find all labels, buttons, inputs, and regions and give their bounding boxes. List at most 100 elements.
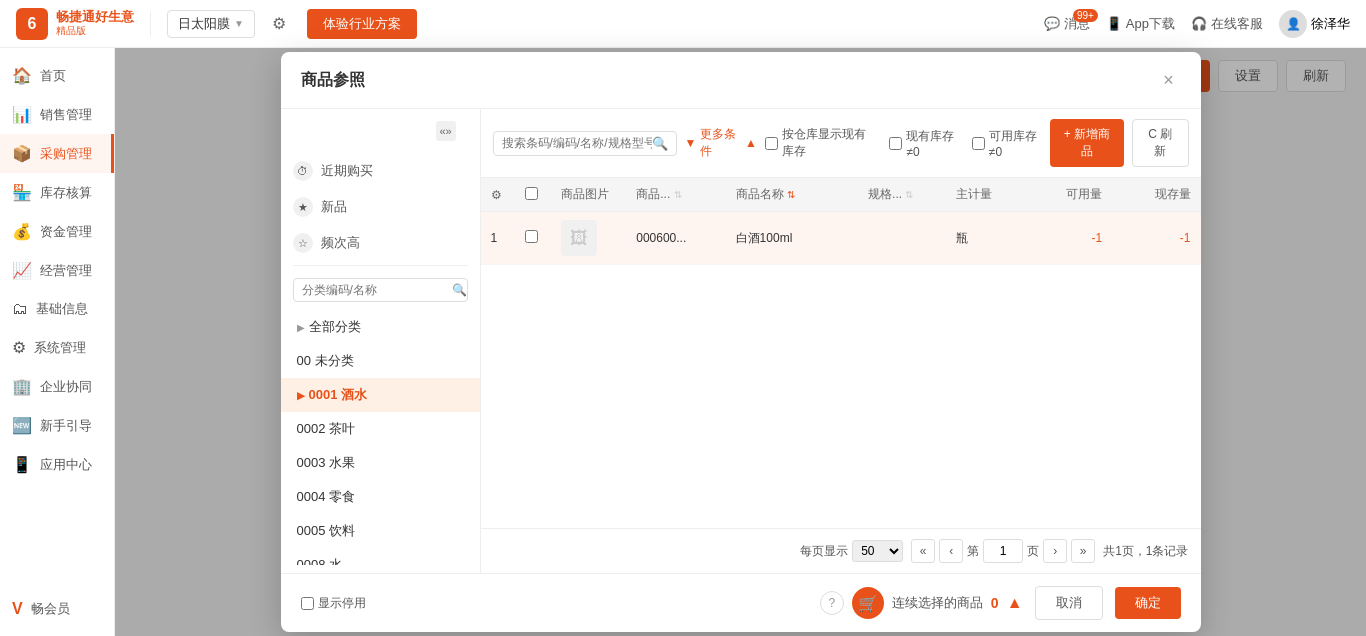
checkbox-avail-nonzero[interactable]: 可用库存≠0	[972, 128, 1042, 159]
member-icon: V	[12, 600, 23, 618]
recent-icon: ⏱	[293, 161, 313, 181]
sidebar-item-finance[interactable]: 💰 资金管理	[0, 212, 114, 251]
prev-page-button[interactable]: ‹	[939, 539, 963, 563]
chevron-down-icon: ▼	[234, 18, 244, 29]
product-search-icon[interactable]: 🔍	[652, 136, 668, 151]
page-suffix: 页	[1027, 543, 1039, 560]
category-search-icon[interactable]: 🔍	[452, 283, 467, 297]
gear-button[interactable]: ⚙	[263, 8, 295, 40]
category-all[interactable]: ▶ 全部分类	[281, 310, 480, 344]
col-name-header[interactable]: 商品名称 ⇅	[726, 178, 859, 212]
left-panel-top: «»	[281, 117, 480, 153]
confirm-button[interactable]: 确定	[1115, 587, 1181, 619]
refresh-button[interactable]: C 刷新	[1132, 119, 1189, 167]
row-avail: -1	[1024, 212, 1112, 265]
table-settings-icon[interactable]: ⚙	[491, 188, 502, 202]
first-page-button[interactable]: «	[911, 539, 935, 563]
main-content: 查询 设置 刷新 商品参照 × «»	[115, 48, 1366, 636]
category-0004[interactable]: 0004 零食	[281, 480, 480, 514]
modal-footer: 显示停用 ? 🛒 连续选择的商品 0 ▲ 取消 确定	[281, 573, 1201, 632]
sidebar-item-sales[interactable]: 📊 销售管理	[0, 95, 114, 134]
filter-button[interactable]: ▼ 更多条件 ▲	[685, 126, 757, 160]
user-menu[interactable]: 👤 徐泽华	[1279, 10, 1350, 38]
sidebar-item-basics[interactable]: 🗂 基础信息	[0, 290, 114, 328]
toolbar: 🔍 ▼ 更多条件 ▲ 按仓库显示现有库存	[481, 109, 1201, 178]
sort-name-icon: ⇅	[787, 189, 795, 200]
show-disabled-checkbox[interactable]: 显示停用	[301, 595, 366, 612]
app-download-button[interactable]: 📱 App下载	[1106, 15, 1175, 33]
page-label: 第	[967, 543, 979, 560]
sidebar-item-appcenter[interactable]: 📱 应用中心	[0, 445, 114, 484]
category-0008[interactable]: 0008 水	[281, 548, 480, 565]
store-dropdown[interactable]: 日太阳膜 ▼	[167, 10, 255, 38]
online-service-button[interactable]: 🎧 在线客服	[1191, 15, 1263, 33]
sidebar-item-system[interactable]: ⚙ 系统管理	[0, 328, 114, 367]
category-search[interactable]: 🔍	[293, 278, 468, 302]
modal-header: 商品参照 ×	[281, 52, 1201, 109]
quick-item-new[interactable]: ★ 新品	[281, 189, 480, 225]
add-product-button[interactable]: + 新增商品	[1050, 119, 1124, 167]
cancel-button[interactable]: 取消	[1035, 586, 1103, 620]
row-no: 1	[481, 212, 515, 265]
messages-button[interactable]: 💬 消息 99+	[1044, 15, 1090, 33]
cart-icon[interactable]: 🛒	[852, 587, 884, 619]
category-0002[interactable]: 0002 茶叶	[281, 412, 480, 446]
col-stock-header: 现存量	[1112, 178, 1200, 212]
toolbar-right: + 新增商品 C 刷新	[1050, 119, 1188, 167]
cart-collapse-icon[interactable]: ▲	[1007, 594, 1023, 612]
help-icon[interactable]: ?	[820, 591, 844, 615]
last-page-button[interactable]: »	[1071, 539, 1095, 563]
sidebar-item-member[interactable]: V 畅会员	[0, 590, 114, 628]
collapse-button[interactable]: «»	[436, 121, 456, 141]
page-input[interactable]	[983, 539, 1023, 563]
left-panel: «» ⏱ 近期购买 ★ 新品	[281, 109, 481, 573]
product-search-box[interactable]: 🔍	[493, 131, 677, 156]
category-00[interactable]: 00 未分类	[281, 344, 480, 378]
page-total: 共1页，1条记录	[1103, 543, 1188, 560]
sidebar-item-inventory[interactable]: 🏪 库存核算	[0, 173, 114, 212]
col-code-header[interactable]: 商品... ⇅	[626, 178, 725, 212]
enterprise-icon: 🏢	[12, 377, 32, 396]
left-divider	[293, 265, 468, 266]
row-stock: -1	[1112, 212, 1200, 265]
modal-body: «» ⏱ 近期购买 ★ 新品	[281, 109, 1201, 573]
main-layout: 🏠 首页 📊 销售管理 📦 采购管理 🏪 库存核算 💰 资金管理 📈 经营管理 …	[0, 48, 1366, 636]
modal-close-button[interactable]: ×	[1157, 68, 1181, 92]
sidebar-item-purchase[interactable]: 📦 采购管理	[0, 134, 114, 173]
avatar: 👤	[1279, 10, 1307, 38]
row-checkbox[interactable]	[515, 212, 551, 265]
sidebar-item-home[interactable]: 🏠 首页	[0, 56, 114, 95]
category-0005[interactable]: 0005 饮料	[281, 514, 480, 548]
system-icon: ⚙	[12, 338, 26, 357]
appcenter-icon: 📱	[12, 455, 32, 474]
brand-text: 畅捷通好生意 精品版	[56, 9, 134, 39]
row-spec	[858, 212, 946, 265]
category-0003[interactable]: 0003 水果	[281, 446, 480, 480]
col-settings[interactable]: ⚙	[481, 178, 515, 212]
table-row[interactable]: 1 🖼 000600... 白酒100ml 瓶	[481, 212, 1201, 265]
quick-item-frequent[interactable]: ☆ 频次高	[281, 225, 480, 261]
quick-item-recent[interactable]: ⏱ 近期购买	[281, 153, 480, 189]
sidebar-item-enterprise[interactable]: 🏢 企业协同	[0, 367, 114, 406]
product-image: 🖼	[561, 220, 597, 256]
page-size-dropdown[interactable]: 50 100 200	[852, 540, 903, 562]
category-search-input[interactable]	[302, 283, 452, 297]
row-code: 000600...	[626, 212, 725, 265]
select-all-checkbox[interactable]	[525, 187, 538, 200]
product-search-input[interactable]	[502, 136, 652, 150]
page-size-select[interactable]: 每页显示 50 100 200	[800, 540, 903, 562]
sidebar: 🏠 首页 📊 销售管理 📦 采购管理 🏪 库存核算 💰 资金管理 📈 经营管理 …	[0, 48, 115, 636]
trial-button[interactable]: 体验行业方案	[307, 9, 417, 39]
row-name: 白酒100ml	[726, 212, 859, 265]
topbar: 6 畅捷通好生意 精品版 日太阳膜 ▼ ⚙ 体验行业方案 💬 消息 99+ 📱 …	[0, 0, 1366, 48]
headset-icon: 🎧	[1191, 16, 1207, 31]
next-page-button[interactable]: ›	[1043, 539, 1067, 563]
row-unit: 瓶	[946, 212, 1023, 265]
col-checkbox-header[interactable]	[515, 178, 551, 212]
col-spec-header[interactable]: 规格... ⇅	[858, 178, 946, 212]
checkbox-warehouse[interactable]: 按仓库显示现有库存	[765, 126, 877, 160]
category-0001[interactable]: ▶ 0001 酒水	[281, 378, 480, 412]
sidebar-item-operations[interactable]: 📈 经营管理	[0, 251, 114, 290]
checkbox-stock-nonzero[interactable]: 现有库存≠0	[889, 128, 959, 159]
sidebar-item-guide[interactable]: 🆕 新手引导	[0, 406, 114, 445]
